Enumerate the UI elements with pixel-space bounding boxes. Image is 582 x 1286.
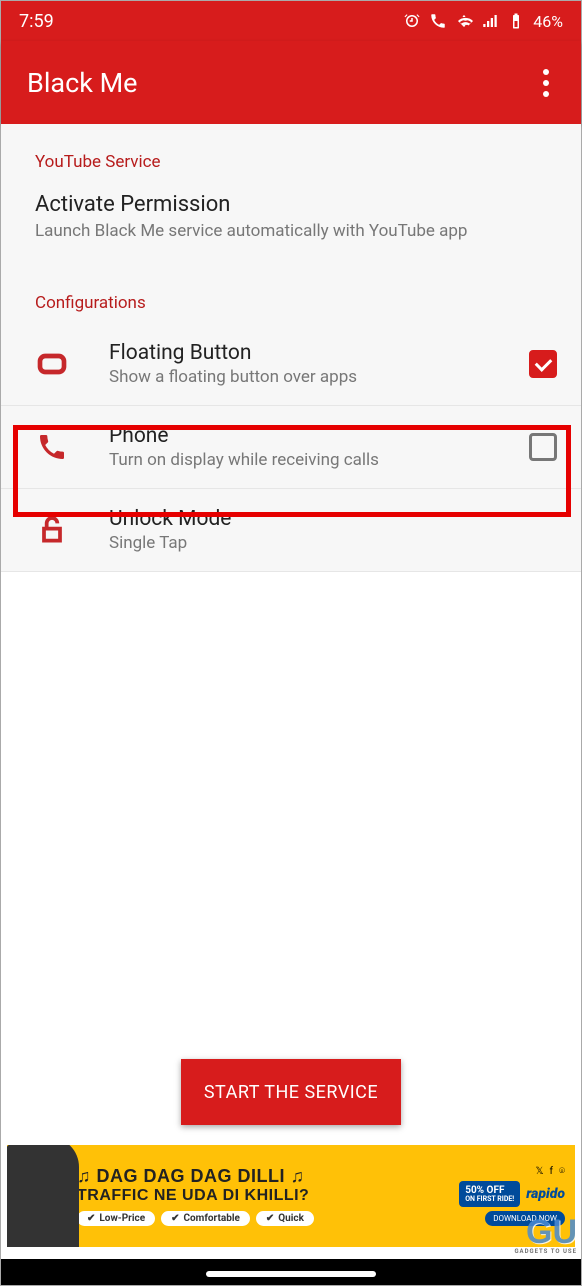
ad-right: 𝕏f ⌾ 50% OFF ON FIRST RIDE! rapido DOWNLO… [459,1166,565,1227]
section-header-youtube: YouTube Service [1,124,581,182]
ad-offer-badge: 50% OFF ON FIRST RIDE! [459,1181,520,1208]
section-header-config: Configurations [1,265,581,323]
config-phone-row[interactable]: Phone Turn on display while receiving ca… [1,406,581,489]
facebook-icon: f [550,1166,553,1177]
permission-subtitle: Launch Black Me service automatically wi… [35,221,547,241]
list-item-title: Floating Button [109,341,529,365]
twitter-icon: 𝕏 [535,1166,543,1177]
list-item-title: Unlock Mode [109,507,557,531]
start-service-label: START THE SERVICE [204,1082,378,1103]
ad-social-icons: 𝕏f ⌾ [535,1166,565,1177]
list-item-subtitle: Single Tap [109,533,557,553]
ad-headline-1: ♫ DAG DAG DAG DILLI ♫ [77,1166,453,1187]
ad-download-button[interactable]: DOWNLOAD NOW [485,1211,565,1226]
ad-pills: ✔ Low-Price ✔ Comfortable ✔ Quick [77,1211,453,1226]
status-icons: 46% [403,12,563,31]
call-status-icon [429,12,447,30]
config-floating-button-row[interactable]: Floating Button Show a floating button o… [1,323,581,406]
start-service-button[interactable]: START THE SERVICE [181,1059,401,1125]
config-list: Floating Button Show a floating button o… [1,323,581,572]
ad-pill: ✔ Low-Price [77,1211,155,1226]
status-bar: 7:59 46% [1,1,581,41]
overflow-menu-button[interactable] [537,63,555,103]
ad-banner[interactable]: ♫ DAG DAG DAG DILLI ♫ TRAFFIC NE UDA DI … [7,1145,575,1247]
battery-percent: 46% [533,12,563,31]
phone-checkbox[interactable] [529,433,557,461]
ad-headline-2: TRAFFIC NE UDA DI KHILLI? [77,1187,453,1205]
list-item-title: Phone [109,424,529,448]
phone-icon [29,431,75,463]
unlock-icon [29,514,75,546]
wifi-icon [455,12,473,30]
nav-bar [1,1259,581,1285]
app-title: Black Me [27,67,137,99]
config-unlock-mode-row[interactable]: Unlock Mode Single Tap [1,489,581,572]
ad-pill: ✔ Comfortable [161,1211,250,1226]
ad-brand-logo: rapido [526,1186,565,1202]
ad-person-image [7,1145,79,1247]
signal-icon [481,12,499,30]
status-time: 7:59 [19,11,54,32]
battery-icon [507,12,525,30]
main-content: YouTube Service Activate Permission Laun… [1,124,581,572]
floating-button-checkbox[interactable] [529,350,557,378]
ad-pill: ✔ Quick [256,1211,314,1226]
ad-text: ♫ DAG DAG DAG DILLI ♫ TRAFFIC NE UDA DI … [77,1166,453,1226]
permission-title: Activate Permission [35,192,547,217]
activate-permission-row[interactable]: Activate Permission Launch Black Me serv… [1,182,581,265]
alarm-icon [403,12,421,30]
app-bar: Black Me [1,41,581,124]
list-item-subtitle: Show a floating button over apps [109,367,529,387]
list-item-subtitle: Turn on display while receiving calls [109,450,529,470]
rectangle-icon [29,348,75,380]
instagram-icon: ⌾ [559,1166,565,1177]
